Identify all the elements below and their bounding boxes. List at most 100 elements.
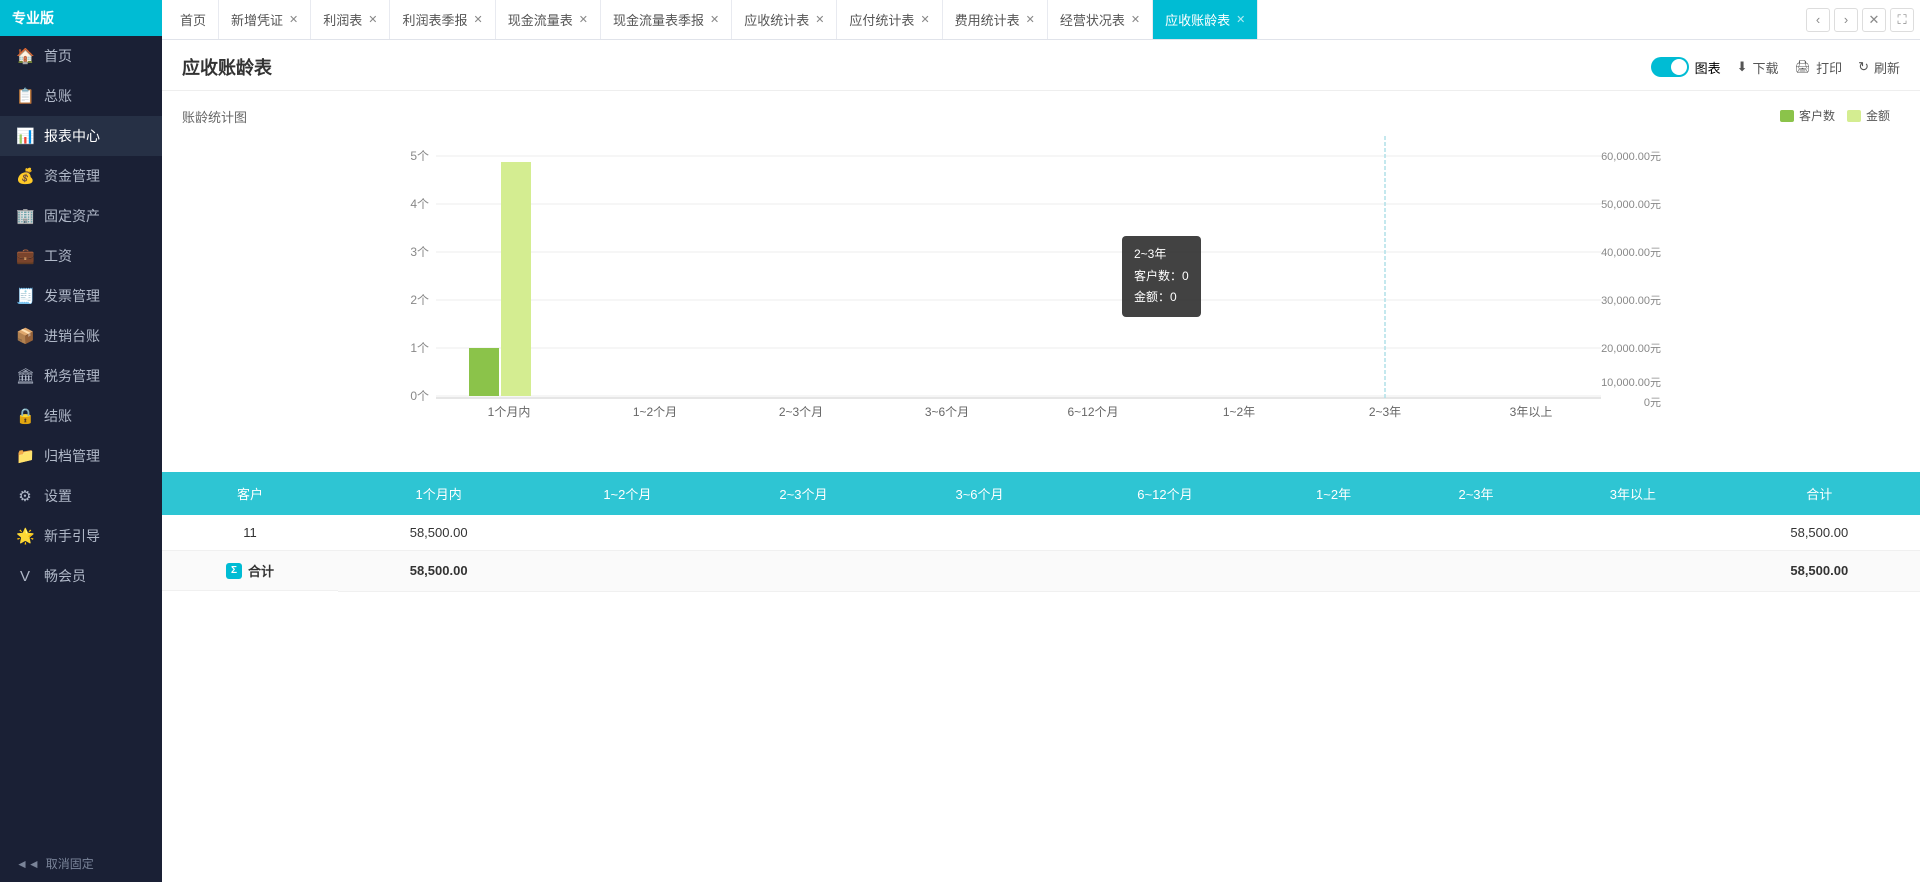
tab-close-profit[interactable]: ✕ (368, 13, 377, 26)
sidebar-icon-stock: 📦 (16, 327, 34, 345)
tab-close-ap-stats[interactable]: ✕ (920, 13, 929, 26)
cell-3y-plus (1547, 515, 1718, 551)
cell-1-2m (539, 515, 715, 551)
toggle-track[interactable] (1651, 57, 1689, 77)
page-header: 应收账龄表 图表 ⬇ 下载 🖨 打印 ↻ 刷新 (162, 40, 1920, 91)
tab-close-profit-quarter[interactable]: ✕ (474, 13, 483, 26)
tab-ap-stats[interactable]: 应付统计表 ✕ (837, 0, 942, 40)
tab-home[interactable]: 首页 (168, 0, 219, 40)
sidebar-item-salary[interactable]: 💼工资 (0, 236, 162, 276)
cell-2-3y (1405, 515, 1547, 551)
tab-close-ar-aging[interactable]: ✕ (1236, 13, 1245, 26)
pin-icon: ◄◄ (16, 857, 40, 871)
download-icon: ⬇ (1737, 59, 1748, 75)
sidebar-item-close[interactable]: 🔒结账 (0, 396, 162, 436)
tab-close-ar-stats[interactable]: ✕ (815, 13, 824, 26)
sidebar-item-stock[interactable]: 📦 进销台账 (0, 316, 162, 356)
sidebar-item-tax[interactable]: 🏛税务管理 (0, 356, 162, 396)
cell-1-2y (1262, 515, 1404, 551)
svg-text:50,000.00元: 50,000.00元 (1601, 199, 1661, 211)
sidebar-item-ledger[interactable]: 📋总账 (0, 76, 162, 116)
sidebar-label-assets: 固定资产 (44, 206, 100, 226)
tab-close-expense-stats[interactable]: ✕ (1026, 13, 1035, 26)
table-total-row: Σ 合计 58,500.00 58,500.00 (162, 551, 1920, 592)
tab-cashflow[interactable]: 现金流量表 ✕ (496, 0, 601, 40)
col-1m: 1个月内 (338, 472, 539, 515)
svg-text:1~2个月: 1~2个月 (633, 405, 677, 419)
refresh-button[interactable]: ↻ 刷新 (1858, 58, 1900, 77)
sidebar-label-archive: 归档管理 (44, 446, 100, 466)
tab-fullscreen[interactable]: ⛶ (1890, 8, 1914, 32)
svg-text:60,000.00元: 60,000.00元 (1601, 151, 1661, 163)
tab-label-business-status: 经营状况表 (1060, 10, 1125, 29)
tab-close-cashflow[interactable]: ✕ (579, 13, 588, 26)
sidebar-toggle-pin[interactable]: ◄◄ 取消固定 (0, 845, 162, 882)
sidebar-icon-member: V (16, 568, 34, 585)
sidebar-item-invoice[interactable]: 🧾发票管理 (0, 276, 162, 316)
tab-business-status[interactable]: 经营状况表 ✕ (1048, 0, 1153, 40)
cell-2-3m (715, 515, 891, 551)
sidebar-item-member[interactable]: V畅会员 (0, 556, 162, 596)
sidebar-icon-assets: 🏢 (16, 207, 34, 225)
tab-label-cashflow-quarter: 现金流量表季报 (613, 10, 704, 29)
bar-1m-customers (469, 348, 499, 396)
svg-text:3年以上: 3年以上 (1510, 405, 1553, 419)
tab-expense-stats[interactable]: 费用统计表✕ (943, 0, 1048, 40)
sidebar-icon-settings: ⚙ (16, 487, 34, 505)
chart-container: 账龄统计图 客户数 金额 5个 4个 3个 2个 1个 (162, 91, 1920, 472)
sidebar-label-funds: 资金管理 (44, 166, 100, 186)
tab-ar-stats[interactable]: 应收统计表✕ (732, 0, 837, 40)
legend-amount: 金额 (1847, 107, 1890, 124)
tab-voucher[interactable]: 新增凭证 ✕ (219, 0, 311, 40)
tab-profit[interactable]: 利润表✕ (311, 0, 390, 40)
total-1-2m (539, 551, 715, 592)
sidebar-label-stock: 进销台账 (44, 326, 100, 346)
col-1-2m: 1~2个月 (539, 472, 715, 515)
sidebar-icon-close: 🔒 (16, 407, 34, 425)
svg-text:2个: 2个 (410, 293, 429, 307)
sidebar-item-archive[interactable]: 📁归档管理 (0, 436, 162, 476)
print-button[interactable]: 🖨 打印 (1795, 58, 1843, 77)
sidebar-item-guide[interactable]: 🌟新手引导 (0, 516, 162, 556)
col-1-2y: 1~2年 (1262, 472, 1404, 515)
chart-toggle[interactable]: 图表 (1651, 57, 1721, 77)
total-total: 58,500.00 (1719, 551, 1920, 592)
tab-cashflow-quarter[interactable]: 现金流量表季报 ✕ (601, 0, 732, 40)
cell-3-6m (891, 515, 1067, 551)
svg-text:10,000.00元: 10,000.00元 (1601, 377, 1661, 389)
bar-1m-amount (501, 162, 531, 396)
tab-scroll-right[interactable]: › (1834, 8, 1858, 32)
sidebar-icon-salary: 💼 (16, 247, 34, 265)
tab-profit-quarter[interactable]: 利润表季报✕ (390, 0, 495, 40)
tab-label-cashflow: 现金流量表 (508, 10, 573, 29)
sidebar-item-settings[interactable]: ⚙设置 (0, 476, 162, 516)
sidebar-item-reports[interactable]: 📊报表中心 (0, 116, 162, 156)
tab-close-voucher[interactable]: ✕ (289, 13, 298, 26)
svg-text:20,000.00元: 20,000.00元 (1601, 343, 1661, 355)
sidebar-icon-ledger: 📋 (16, 87, 34, 105)
tab-label-voucher: 新增凭证 (231, 10, 283, 29)
chart-toggle-label: 图表 (1695, 58, 1721, 77)
total-2-3m (715, 551, 891, 592)
sidebar-item-funds[interactable]: 💰资金管理 (0, 156, 162, 196)
col-3-6m: 3~6个月 (891, 472, 1067, 515)
tab-close-business-status[interactable]: ✕ (1131, 13, 1140, 26)
sidebar-item-assets[interactable]: 🏢 固定资产 (0, 196, 162, 236)
sidebar-item-home[interactable]: 🏠首页 (0, 36, 162, 76)
main-content: 首页新增凭证✕利润表✕利润表季报✕现金流量表✕现金流量表季报✕应收统计表✕应付统… (162, 0, 1920, 882)
download-button[interactable]: ⬇ 下载 (1737, 58, 1779, 77)
svg-text:1个: 1个 (410, 341, 429, 355)
tab-ar-aging[interactable]: 应收账龄表✕ (1153, 0, 1258, 40)
svg-text:30,000.00元: 30,000.00元 (1601, 295, 1661, 307)
tab-label-ap-stats: 应付统计表 (849, 10, 914, 29)
svg-text:0元: 0元 (1644, 397, 1661, 409)
tab-close-all[interactable]: ✕ (1862, 8, 1886, 32)
cell-1m: 58,500.00 (338, 515, 539, 551)
svg-text:6~12个月: 6~12个月 (1067, 405, 1118, 419)
legend-customers-label: 客户数 (1799, 107, 1835, 124)
col-2-3m: 2~3个月 (715, 472, 891, 515)
tab-close-cashflow-quarter[interactable]: ✕ (710, 13, 719, 26)
tab-scroll-left[interactable]: ‹ (1806, 8, 1830, 32)
tab-bar: 首页新增凭证✕利润表✕利润表季报✕现金流量表✕现金流量表季报✕应收统计表✕应付统… (162, 0, 1920, 40)
tab-label-home: 首页 (180, 10, 206, 29)
